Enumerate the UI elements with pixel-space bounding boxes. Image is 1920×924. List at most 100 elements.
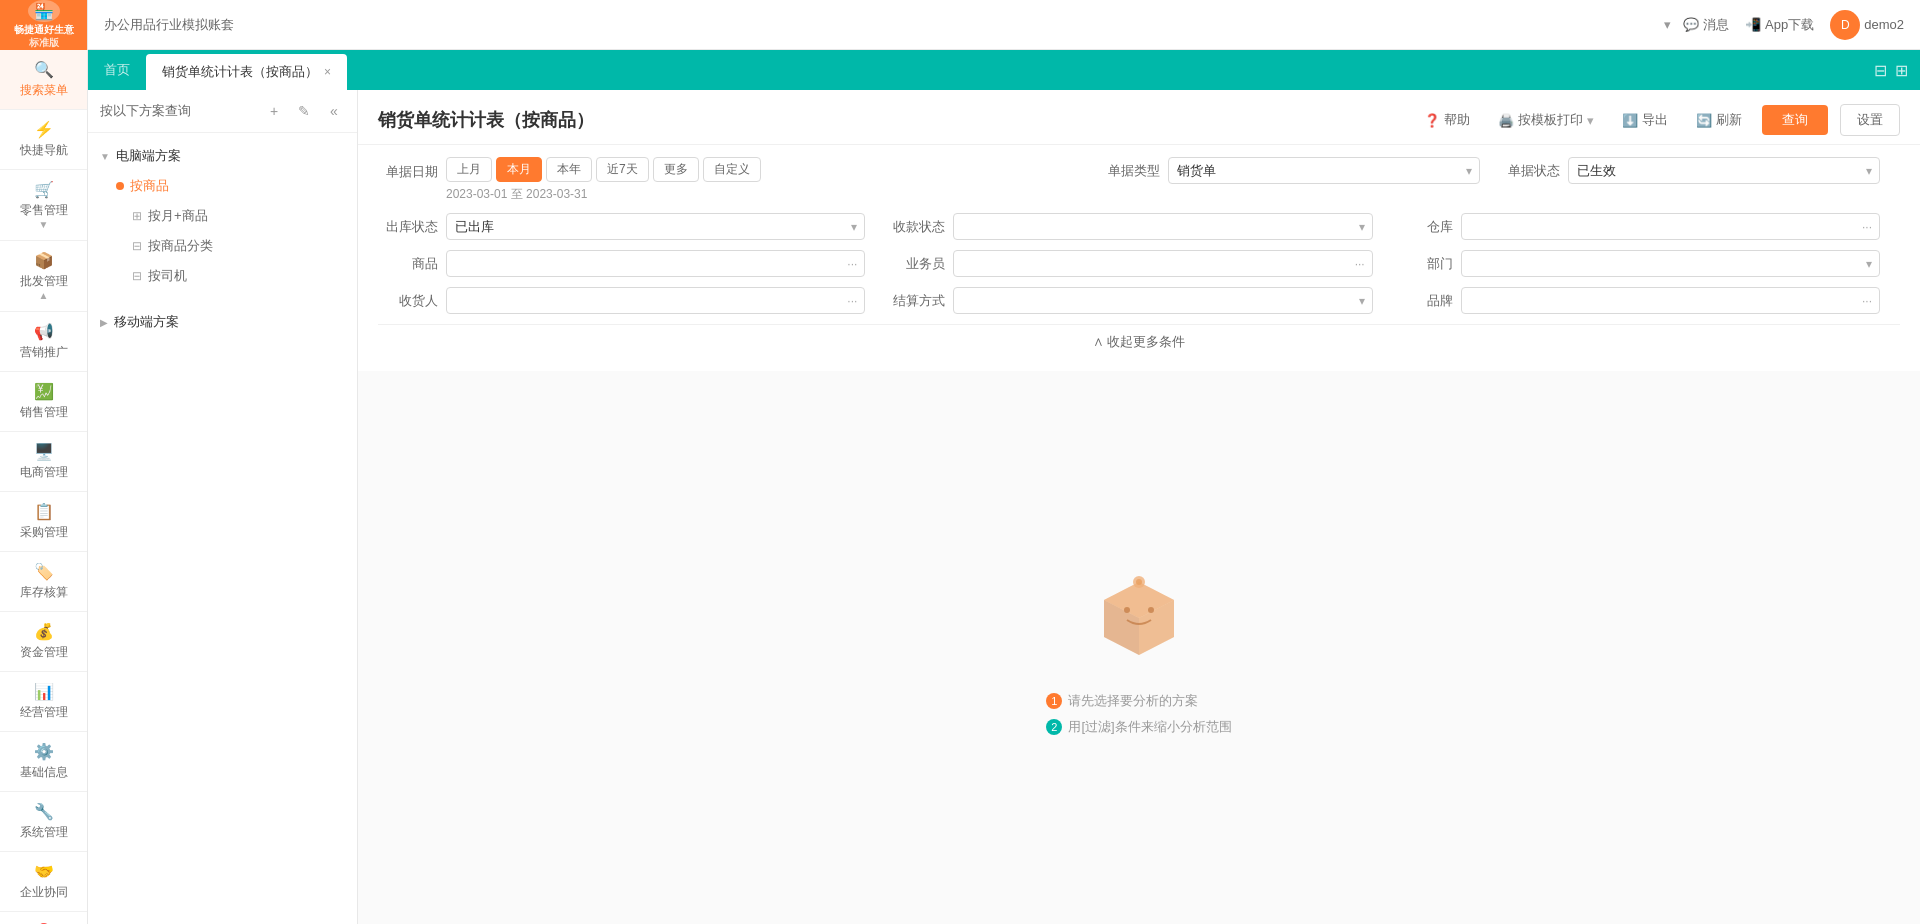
mobile-expand-icon: ▶: [100, 317, 108, 328]
doc-status-control: ▾: [1568, 157, 1880, 184]
scheme-item-driver[interactable]: ⊟ 按司机: [88, 261, 357, 291]
refresh-label: 刷新: [1716, 111, 1742, 129]
tab-active[interactable]: 销货单统计计表（按商品） ×: [146, 54, 347, 90]
sidebar-item-ecommerce[interactable]: 🖥️ 电商管理: [0, 432, 87, 492]
department-input[interactable]: [1461, 250, 1880, 277]
sidebar-item-retail[interactable]: 🛒 零售管理 ▼: [0, 170, 87, 241]
workspace-dropdown-icon[interactable]: ▾: [1664, 17, 1671, 32]
inventory-icon: 🏷️: [34, 562, 54, 581]
print-btn[interactable]: 🖨️ 按模板打印 ▾: [1490, 107, 1602, 133]
query-btn[interactable]: 查询: [1762, 105, 1828, 135]
doc-status-input[interactable]: [1568, 157, 1880, 184]
sidebar-item-finance[interactable]: 💰 资金管理: [0, 612, 87, 672]
brand-label: 品牌: [1393, 292, 1453, 310]
date-label: 单据日期: [378, 157, 446, 181]
app-download-btn[interactable]: 📲 App下载: [1745, 16, 1814, 34]
edit-scheme-btn[interactable]: ✎: [293, 100, 315, 122]
filter-row-date: 单据日期 上月 本月 本年 近7天 更多 自定义 2023-03-01 至 20…: [378, 157, 1900, 203]
retail-expand-icon: ▼: [39, 219, 49, 230]
warehouse-ellipsis[interactable]: ···: [1862, 220, 1872, 234]
date-range-text: 2023-03-01 至 2023-03-31: [446, 186, 1100, 203]
scheme-label-month-goods: 按月+商品: [148, 207, 208, 225]
scheme-item-month-goods[interactable]: ⊞ 按月+商品: [88, 201, 357, 231]
window-minimize-icon[interactable]: ⊟: [1874, 61, 1887, 80]
user-profile-btn[interactable]: D demo2: [1830, 10, 1904, 40]
left-panel: 按以下方案查询 + ✎ « ▼ 电脑端方案 按商品: [88, 90, 358, 924]
refresh-btn[interactable]: 🔄 刷新: [1688, 107, 1750, 133]
page-title-actions: ❓ 帮助 🖨️ 按模板打印 ▾ ⬇️ 导出 🔄 刷新: [1416, 104, 1900, 136]
sidebar-item-wholesale[interactable]: 📦 批发管理 ▲: [0, 241, 87, 312]
period-btn-this-month[interactable]: 本月: [496, 157, 542, 182]
sidebar-item-system[interactable]: 🔧 系统管理: [0, 792, 87, 852]
export-btn[interactable]: ⬇️ 导出: [1614, 107, 1676, 133]
goods-input[interactable]: [446, 250, 865, 277]
period-btn-last-7-days[interactable]: 近7天: [596, 157, 649, 182]
message-btn[interactable]: 💬 消息: [1683, 16, 1729, 34]
salesman-input[interactable]: [953, 250, 1372, 277]
sidebar-item-search[interactable]: 🔍 搜索菜单: [0, 50, 87, 110]
enterprise-icon: 🤝: [34, 862, 54, 881]
search-icon: 🔍: [34, 60, 54, 79]
topbar: 办公用品行业模拟账套 ▾ 💬 消息 📲 App下载 D demo2: [88, 0, 1920, 50]
driver-icon: ⊟: [132, 269, 142, 283]
period-btn-last-month[interactable]: 上月: [446, 157, 492, 182]
receipt-status-input[interactable]: [953, 213, 1372, 240]
content-wrapper: 按以下方案查询 + ✎ « ▼ 电脑端方案 按商品: [88, 90, 1920, 924]
date-control: 上月 本月 本年 近7天 更多 自定义 2023-03-01 至 2023-03…: [446, 157, 1100, 203]
sidebar-item-basic[interactable]: ⚙️ 基础信息: [0, 732, 87, 792]
doc-type-input[interactable]: [1168, 157, 1480, 184]
sidebar-item-nav[interactable]: ⚡ 快捷导航: [0, 110, 87, 170]
sidebar-item-marketing[interactable]: 📢 营销推广: [0, 312, 87, 372]
receiver-ellipsis[interactable]: ···: [847, 294, 857, 308]
sales-icon: 💹: [34, 382, 54, 401]
sidebar-label-system: 系统管理: [20, 824, 68, 841]
sidebar-item-operations[interactable]: 📊 经营管理: [0, 672, 87, 732]
scheme-group-desktop[interactable]: ▼ 电脑端方案: [88, 141, 357, 171]
group-expand-icon: ▼: [100, 151, 110, 162]
scheme-item-goods-category[interactable]: ⊟ 按商品分类: [88, 231, 357, 261]
payment-label: 结算方式: [885, 292, 945, 310]
doc-type-control: ▾: [1168, 157, 1480, 184]
sidebar-item-purchase[interactable]: 📋 采购管理: [0, 492, 87, 552]
scheme-item-by-goods[interactable]: 按商品: [88, 171, 357, 201]
sidebar-item-enterprise[interactable]: 🤝 企业协同: [0, 852, 87, 912]
receiver-input[interactable]: [446, 287, 865, 314]
purchase-icon: 📋: [34, 502, 54, 521]
scheme-group-mobile[interactable]: ▶ 移动端方案: [88, 307, 357, 337]
brand-ellipsis[interactable]: ···: [1862, 294, 1872, 308]
window-expand-icon[interactable]: ⊞: [1895, 61, 1908, 80]
tab-active-label: 销货单统计计表（按商品）: [162, 63, 318, 81]
period-btn-more[interactable]: 更多: [653, 157, 699, 182]
collapse-more-btn[interactable]: ∧ 收起更多条件: [378, 324, 1900, 359]
doc-type-label: 单据类型: [1100, 162, 1160, 180]
brand-input[interactable]: [1461, 287, 1880, 314]
payment-input[interactable]: [953, 287, 1372, 314]
tab-close-icon[interactable]: ×: [324, 65, 331, 79]
period-btn-this-year[interactable]: 本年: [546, 157, 592, 182]
filter-cell-doc-status: 单据状态 ▾: [1500, 157, 1900, 184]
warehouse-input[interactable]: [1461, 213, 1880, 240]
settings-btn[interactable]: 设置: [1840, 104, 1900, 136]
goods-ellipsis[interactable]: ···: [847, 257, 857, 271]
sidebar-item-inventory[interactable]: 🏷️ 库存核算: [0, 552, 87, 612]
help-btn[interactable]: ❓ 帮助: [1416, 107, 1478, 133]
tab-home[interactable]: 首页: [88, 50, 146, 90]
add-scheme-btn[interactable]: +: [263, 100, 285, 122]
tab-home-label: 首页: [104, 61, 130, 79]
sidebar-item-sales[interactable]: 💹 销售管理: [0, 372, 87, 432]
scheme-section-desktop: ▼ 电脑端方案 按商品 ⊞ 按月+商品 ⊟ 按商品分类 ⊟ 按司机: [88, 133, 357, 299]
edit-icon: ✎: [298, 103, 310, 119]
app-logo: 🏪 畅捷通好生意 标准版: [0, 0, 87, 50]
finance-icon: 💰: [34, 622, 54, 641]
warehouse-out-input[interactable]: [446, 213, 865, 240]
sidebar-label-ecommerce: 电商管理: [20, 464, 68, 481]
receipt-status-label: 收款状态: [885, 218, 945, 236]
empty-state: 1 请先选择要分析的方案 2 用[过滤]条件来缩小分析范围: [358, 371, 1920, 924]
scheme-label-driver: 按司机: [148, 267, 187, 285]
period-btn-custom[interactable]: 自定义: [703, 157, 761, 182]
tip-num-1: 1: [1046, 693, 1062, 709]
collapse-panel-btn[interactable]: «: [323, 100, 345, 122]
filter-row-3: 商品 ··· 业务员 ··· 部门: [378, 250, 1900, 277]
sidebar-item-guide[interactable]: 🎯 新手引导: [0, 912, 87, 924]
salesman-ellipsis[interactable]: ···: [1355, 257, 1365, 271]
